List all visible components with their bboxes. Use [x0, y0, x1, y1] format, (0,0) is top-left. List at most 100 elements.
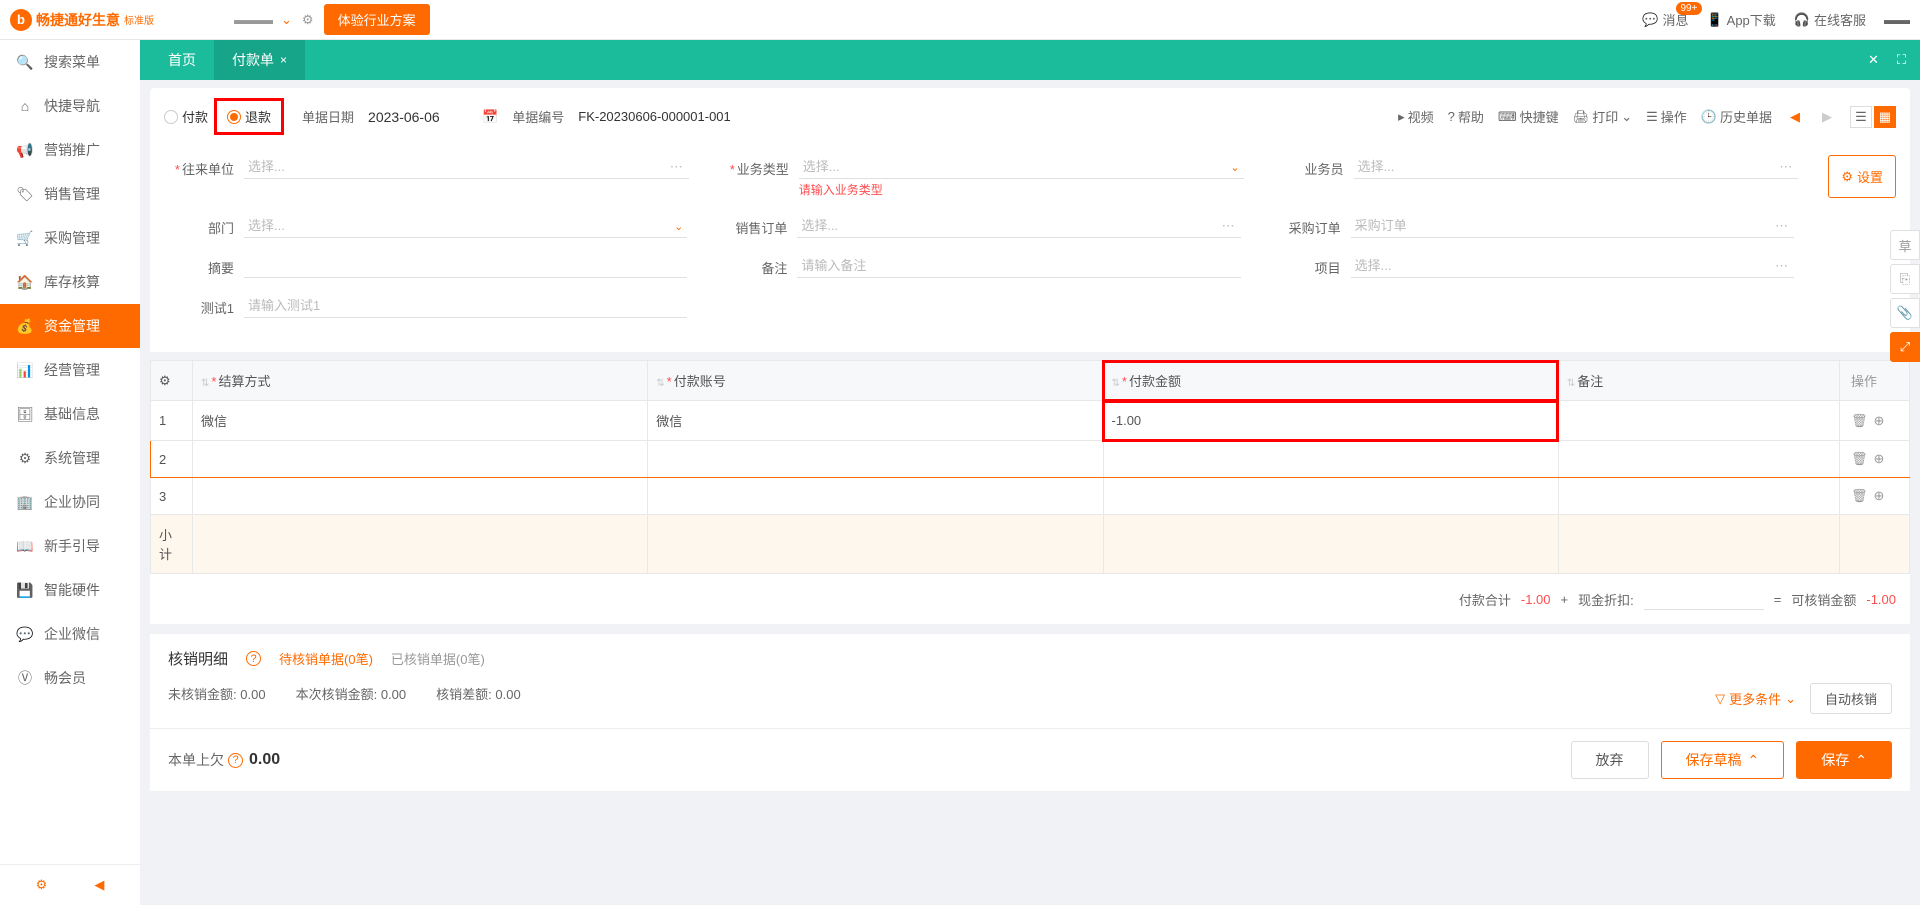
- salesperson-select[interactable]: [1354, 155, 1799, 179]
- project-select[interactable]: [1351, 254, 1794, 278]
- sidebar-item-home[interactable]: ⌂快捷导航: [0, 84, 140, 128]
- delete-row-icon[interactable]: 🗑: [1851, 413, 1868, 428]
- sidebar-item-database[interactable]: 🗄基础信息: [0, 392, 140, 436]
- help-link[interactable]: ? 帮助: [1448, 107, 1484, 126]
- sidebar-item-system[interactable]: ⚙系统管理: [0, 436, 140, 480]
- cell-amount[interactable]: [1103, 478, 1558, 515]
- col-amount-highlighted[interactable]: ⇅*付款金额: [1103, 361, 1558, 401]
- sidebar-item-megaphone[interactable]: 📢营销推广: [0, 128, 140, 172]
- dept-select[interactable]: [244, 214, 687, 238]
- doc-date-input[interactable]: [368, 109, 468, 125]
- fullscreen-icon[interactable]: ⛶: [1893, 48, 1910, 72]
- video-link[interactable]: ▸ 视频: [1398, 107, 1434, 126]
- delete-row-icon[interactable]: 🗑: [1851, 451, 1868, 466]
- add-row-icon[interactable]: ⊕: [1874, 413, 1885, 428]
- sidebar-item-cart[interactable]: 🛒采购管理: [0, 216, 140, 260]
- abandon-button[interactable]: 放弃: [1571, 741, 1649, 779]
- form-settings-button[interactable]: ⚙ 设置: [1828, 155, 1896, 198]
- cell-settlement[interactable]: [193, 478, 648, 515]
- save-draft-button[interactable]: 保存草稿 ⌃: [1661, 741, 1785, 779]
- settings-gear-icon[interactable]: ⚙: [302, 12, 314, 28]
- more-icon[interactable]: ⋯: [670, 159, 685, 175]
- delete-row-icon[interactable]: 🗑: [1851, 488, 1868, 503]
- tab-close-icon[interactable]: ×: [280, 53, 287, 67]
- sidebar-item-tag[interactable]: 🏷销售管理: [0, 172, 140, 216]
- org-dropdown[interactable]: ▬▬▬ ⌄: [234, 12, 292, 28]
- remark-input[interactable]: [797, 254, 1240, 278]
- table-row[interactable]: 2🗑⊕: [151, 441, 1910, 478]
- float-attach-icon[interactable]: 📎: [1890, 298, 1920, 328]
- next-doc-icon[interactable]: ▶: [1818, 109, 1836, 125]
- view-grid-icon[interactable]: ▦: [1874, 106, 1896, 128]
- history-link[interactable]: 🕒 历史单据: [1701, 107, 1772, 126]
- col-remark[interactable]: ⇅备注: [1558, 361, 1839, 401]
- sidebar-item-member[interactable]: Ⓥ畅会员: [0, 656, 140, 700]
- info-icon[interactable]: ?: [228, 753, 243, 768]
- operate-link[interactable]: ☰ 操作: [1646, 107, 1687, 126]
- calendar-icon[interactable]: 📅: [482, 109, 498, 125]
- online-service-link[interactable]: 🎧 在线客服: [1794, 10, 1866, 29]
- col-settlement[interactable]: ⇅*结算方式: [193, 361, 648, 401]
- partner-select[interactable]: [244, 155, 689, 179]
- messages-link[interactable]: 💬 消息 99+: [1642, 10, 1688, 29]
- tab-0[interactable]: 首页: [150, 40, 214, 80]
- user-menu[interactable]: ▬▬: [1884, 12, 1910, 27]
- sidebar-item-wechat[interactable]: 💬企业微信: [0, 612, 140, 656]
- prev-doc-icon[interactable]: ◀: [1786, 109, 1804, 125]
- more-icon[interactable]: ⋯: [1779, 159, 1794, 175]
- shortcut-link[interactable]: ⌨ 快捷键: [1498, 107, 1559, 126]
- cell-account[interactable]: 微信: [648, 401, 1103, 441]
- summary-input[interactable]: [244, 254, 687, 278]
- save-button[interactable]: 保存 ⌃: [1796, 741, 1892, 779]
- float-expand-icon[interactable]: ⤢: [1890, 332, 1920, 362]
- float-import-icon[interactable]: ⎘: [1890, 264, 1920, 294]
- col-account[interactable]: ⇅*付款账号: [648, 361, 1103, 401]
- more-icon[interactable]: ⋯: [1222, 218, 1237, 234]
- cell-remark[interactable]: [1558, 478, 1839, 515]
- more-icon[interactable]: ⋯: [1775, 218, 1790, 234]
- purchase-order-select[interactable]: [1351, 214, 1794, 238]
- cell-amount[interactable]: [1103, 441, 1558, 478]
- sidebar-item-guide[interactable]: 📖新手引导: [0, 524, 140, 568]
- settings-icon[interactable]: ⚙: [36, 877, 48, 893]
- sidebar-item-enterprise[interactable]: 🏢企业协同: [0, 480, 140, 524]
- collapse-icon[interactable]: ◀: [94, 877, 104, 893]
- info-icon[interactable]: ?: [246, 651, 261, 666]
- add-row-icon[interactable]: ⊕: [1874, 451, 1885, 466]
- sidebar-item-search[interactable]: 🔍搜索菜单: [0, 40, 140, 84]
- cash-discount-input[interactable]: [1644, 588, 1764, 610]
- sidebar-item-warehouse[interactable]: 🏠库存核算: [0, 260, 140, 304]
- sidebar-item-report[interactable]: 📊经营管理: [0, 348, 140, 392]
- sidebar-item-hardware[interactable]: 💾智能硬件: [0, 568, 140, 612]
- print-link[interactable]: 🖨 打印 ⌄: [1573, 107, 1632, 126]
- cell-account[interactable]: [648, 441, 1103, 478]
- float-draft-icon[interactable]: 草: [1890, 230, 1920, 260]
- test1-input[interactable]: [244, 294, 687, 318]
- chevron-down-icon[interactable]: ⌄: [674, 220, 683, 233]
- cell-remark[interactable]: [1558, 441, 1839, 478]
- more-icon[interactable]: ⋯: [1775, 258, 1790, 274]
- add-row-icon[interactable]: ⊕: [1874, 488, 1885, 503]
- radio-payment[interactable]: 付款: [164, 107, 208, 126]
- table-row[interactable]: 1微信微信-1.00🗑⊕: [151, 401, 1910, 441]
- cell-amount[interactable]: -1.00: [1103, 401, 1558, 441]
- app-download-link[interactable]: 📱 App下载: [1706, 10, 1775, 29]
- sidebar-item-money[interactable]: 💰资金管理: [0, 304, 140, 348]
- biz-type-select[interactable]: [799, 155, 1244, 179]
- cell-remark[interactable]: [1558, 401, 1839, 441]
- pending-tab[interactable]: 待核销单据(0笔): [279, 649, 373, 668]
- table-row[interactable]: 3🗑⊕: [151, 478, 1910, 515]
- experience-button[interactable]: 体验行业方案: [324, 4, 430, 35]
- chevron-down-icon[interactable]: ⌄: [1230, 161, 1239, 174]
- close-all-icon[interactable]: ✕: [1864, 48, 1883, 72]
- table-gear-header[interactable]: ⚙: [151, 361, 193, 401]
- cell-account[interactable]: [648, 478, 1103, 515]
- cell-settlement[interactable]: 微信: [193, 401, 648, 441]
- sales-order-select[interactable]: [797, 214, 1240, 238]
- view-list-icon[interactable]: ☰: [1850, 106, 1872, 128]
- more-conditions-link[interactable]: ▽ 更多条件 ⌄: [1715, 689, 1796, 708]
- radio-refund[interactable]: 退款: [227, 107, 271, 126]
- cell-settlement[interactable]: [193, 441, 648, 478]
- auto-verify-button[interactable]: 自动核销: [1810, 683, 1892, 714]
- tab-1[interactable]: 付款单×: [214, 40, 305, 80]
